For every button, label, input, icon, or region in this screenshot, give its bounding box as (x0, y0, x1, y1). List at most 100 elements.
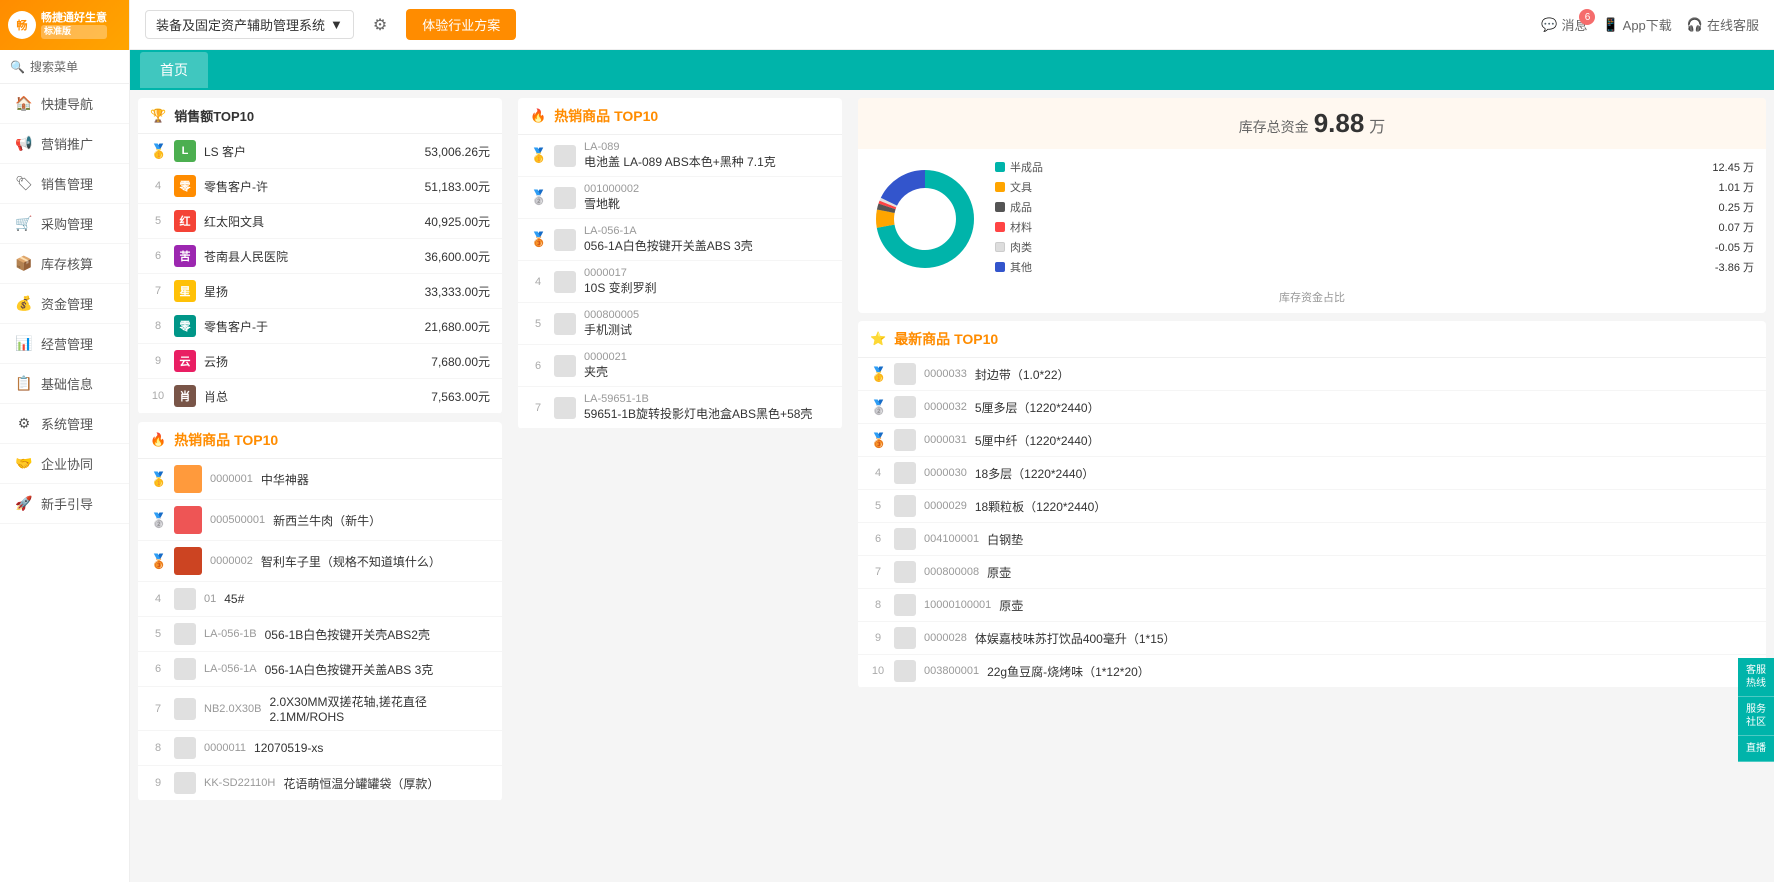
product-name-5: 056-1B白色按键开关壳ABS2壳 (265, 626, 490, 643)
new-product-6: 6 004100001 白钢垫 (858, 523, 1766, 556)
new-product-name-3: 5厘中纤（1220*2440） (975, 432, 1754, 449)
product-name-8: 12070519-xs (254, 741, 490, 755)
sidebar-item-inventory[interactable]: 📦 库存核算 (0, 244, 129, 284)
sidebar-item-system[interactable]: ⚙ 系统管理 (0, 404, 129, 444)
new-product-img-7 (894, 561, 916, 583)
mid-product-name-5: 手机测试 (584, 321, 830, 338)
inventory-unit: 万 (1369, 113, 1385, 137)
legend-item-3: 成品 0.25 万 (995, 199, 1754, 215)
customer-hotline-button[interactable]: 客服热线 (1738, 658, 1774, 697)
customer-name-8: 肖总 (204, 388, 423, 405)
home-icon: 🏠 (15, 95, 33, 112)
search-menu-label: 搜索菜单 (30, 58, 78, 75)
sidebar-item-label: 新手引导 (41, 494, 93, 513)
legend-dot-1 (995, 162, 1005, 172)
mid-product-5: 5 000800005 手机测试 (518, 303, 842, 345)
customer-row-2: 4 零 零售客户-许 51,183.00元 (138, 169, 502, 204)
sidebar-item-label: 销售管理 (41, 174, 93, 193)
mid-product-img-4 (554, 271, 576, 293)
new-product-code-2: 0000032 (924, 401, 967, 413)
legend-item-2: 文具 1.01 万 (995, 179, 1754, 195)
product-code-9: KK-SD22110H (204, 777, 275, 789)
legend-item-1: 半成品 12.45 万 (995, 159, 1754, 175)
legend-item-6: 其他 -3.86 万 (995, 259, 1754, 275)
sidebar-item-label: 库存核算 (41, 254, 93, 273)
customer-badge-1: L (174, 140, 196, 162)
trial-button[interactable]: 体验行业方案 (406, 9, 516, 40)
handshake-icon: 🤝 (15, 455, 33, 472)
system-selector[interactable]: 装备及固定资产辅助管理系统 ▼ (145, 10, 354, 39)
new-product-name-6: 白钢垫 (987, 531, 1754, 548)
hot-product-left-8: 8 0000011 12070519-xs (138, 731, 502, 766)
product-code-8: 0000011 (204, 742, 246, 754)
new-product-name-9: 体娱嘉枝味苏打饮品400毫升（1*15） (975, 630, 1754, 647)
sidebar-item-basics[interactable]: 📋 基础信息 (0, 364, 129, 404)
hot-product-left-9: 9 KK-SD22110H 花语萌恒温分罐罐袋（厚款） (138, 766, 502, 801)
new-product-name-5: 18颗粒板（1220*2440） (975, 498, 1754, 515)
customer-name-1: LS 客户 (204, 143, 417, 160)
sidebar-item-marketing[interactable]: 📢 营销推广 (0, 124, 129, 164)
messages-button[interactable]: 💬 消息 6 (1541, 15, 1587, 34)
rank-num-7: 9 (150, 355, 166, 367)
gear-icon: ⚙ (15, 415, 33, 432)
rocket-icon: 🚀 (15, 495, 33, 512)
sidebar-item-quicknav[interactable]: 🏠 快捷导航 (0, 84, 129, 124)
mid-product-1: 🥇 LA-089 电池盖 LA-089 ABS本色+黑种 7.1克 (518, 135, 842, 177)
customer-amount-3: 40,925.00元 (425, 213, 490, 230)
new-product-code-5: 0000029 (924, 500, 967, 512)
service-community-button[interactable]: 服务社区 (1738, 697, 1774, 736)
hot-products-middle-title: 热销商品 TOP10 (554, 106, 658, 126)
new-products-panel: ⭐ 最新商品 TOP10 🥇 0000033 封边带（1.0*22） 🥈 000… (858, 321, 1766, 688)
customer-badge-5: 星 (174, 280, 196, 302)
online-service-button[interactable]: 🎧 在线客服 (1687, 15, 1759, 34)
customer-badge-4: 苦 (174, 245, 196, 267)
live-stream-button[interactable]: 直播 (1738, 736, 1774, 762)
sidebar-item-finance[interactable]: 💰 资金管理 (0, 284, 129, 324)
new-product-img-8 (894, 594, 916, 616)
sidebar-item-operations[interactable]: 📊 经营管理 (0, 324, 129, 364)
new-product-8: 8 10000100001 原壶 (858, 589, 1766, 622)
inventory-caption: 库存资金占比 (858, 289, 1766, 313)
customer-amount-6: 21,680.00元 (425, 318, 490, 335)
new-product-code-9: 0000028 (924, 632, 967, 644)
sidebar-item-guide[interactable]: 🚀 新手引导 (0, 484, 129, 524)
sidebar-item-collab[interactable]: 🤝 企业协同 (0, 444, 129, 484)
settings-button[interactable]: ⚙ (369, 11, 391, 39)
legend-name-3: 成品 (1010, 199, 1714, 215)
new-product-name-7: 原壶 (987, 564, 1754, 581)
customer-amount-7: 7,680.00元 (431, 353, 490, 370)
new-medal-3: 🥉 (870, 432, 886, 449)
product-code-7: NB2.0X30B (204, 703, 261, 715)
mid-medal-silver: 🥈 (530, 189, 546, 206)
new-product-7: 7 000800008 原壶 (858, 556, 1766, 589)
app-download-button[interactable]: 📱 App下载 (1602, 15, 1671, 34)
donut-chart-area: 半成品 12.45 万 文具 1.01 万 成品 0.25 万 (858, 149, 1766, 289)
product-img-4 (174, 588, 196, 610)
top-bar-right: 💬 消息 6 📱 App下载 🎧 在线客服 (1541, 15, 1759, 34)
customer-badge-7: 云 (174, 350, 196, 372)
mid-product-img-7 (554, 397, 576, 419)
product-name-7: 2.0X30MM双搓花轴,搓花直径2.1MM/ROHS (269, 693, 490, 724)
chart-icon: 📊 (15, 335, 33, 352)
customer-name-2: 零售客户-许 (204, 178, 417, 195)
tab-home[interactable]: 首页 (140, 52, 208, 88)
new-medal-1: 🥇 (870, 366, 886, 383)
inventory-header: 库存总资金 9.88 万 (858, 98, 1766, 149)
trophy-icon: 🏆 (150, 108, 166, 124)
sidebar-item-purchase[interactable]: 🛒 采购管理 (0, 204, 129, 244)
new-product-code-3: 0000031 (924, 434, 967, 446)
inventory-panel: 库存总资金 9.88 万 (858, 98, 1766, 313)
new-product-3: 🥉 0000031 5厘中纤（1220*2440） (858, 424, 1766, 457)
sidebar-search-item[interactable]: 🔍 搜索菜单 (0, 50, 129, 84)
medal-bronze-icon: 🥉 (150, 553, 166, 570)
legend-val-6: -3.86 万 (1715, 259, 1754, 275)
mid-product-code-5: 000800005 (584, 309, 830, 321)
sidebar-item-sales[interactable]: 🏷 销售管理 (0, 164, 129, 204)
logo-icon: 畅 (8, 11, 36, 39)
customer-amount-2: 51,183.00元 (425, 178, 490, 195)
content-wrapper: 🏆 销售额TOP10 🥇 L LS 客户 53,006.26元 4 零 零售客户… (130, 90, 1774, 882)
mid-product-code-6: 0000021 (584, 351, 830, 363)
legend-list: 半成品 12.45 万 文具 1.01 万 成品 0.25 万 (995, 159, 1754, 279)
message-icon: 💬 (1541, 17, 1557, 33)
legend-val-2: 1.01 万 (1719, 179, 1754, 195)
